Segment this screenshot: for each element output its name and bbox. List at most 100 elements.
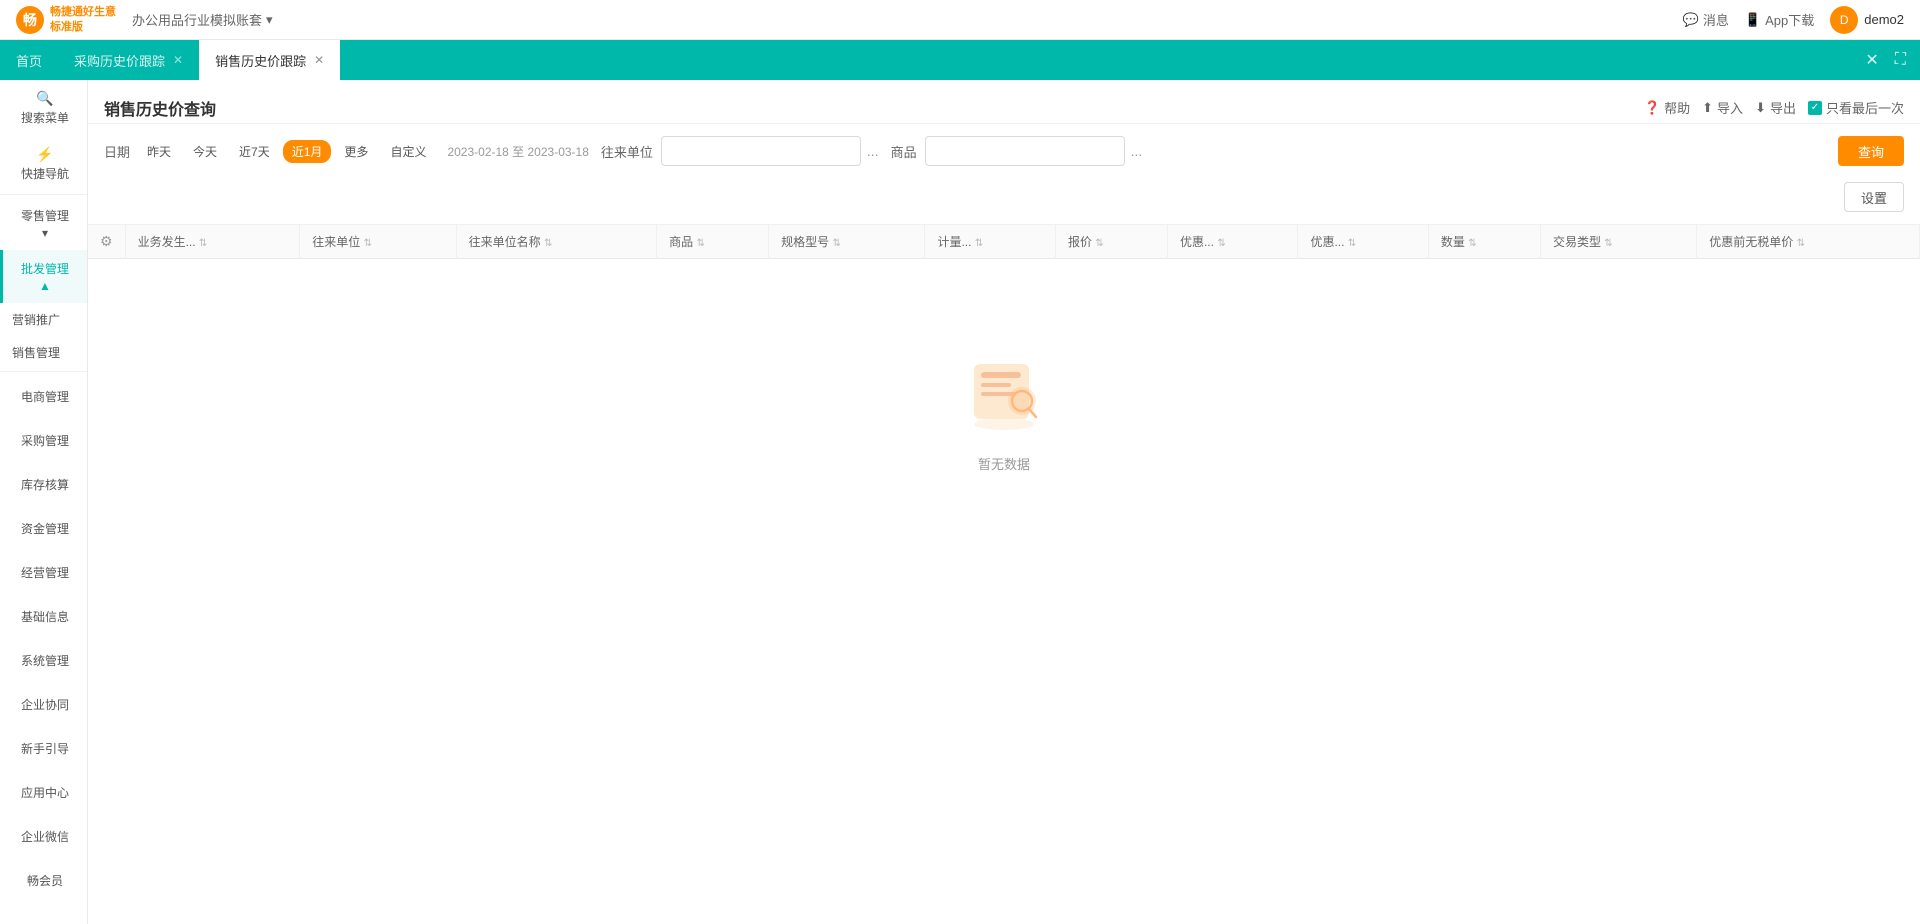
app-selector[interactable]: 办公用品行业模拟账套 ▾ [124, 6, 281, 33]
th-product[interactable]: 商品 ⇅ [657, 225, 769, 259]
import-icon: ⬆ [1702, 100, 1713, 116]
date-pill-1month[interactable]: 近1月 [283, 140, 332, 163]
page-title: 销售历史价查询 [104, 96, 216, 120]
th-quote[interactable]: 报价 ⇅ [1055, 225, 1167, 259]
tab-bar-actions: ✕ ⛶ [1859, 46, 1920, 74]
date-pill-7days[interactable]: 近7天 [230, 140, 279, 163]
sort-unit-icon: ⇅ [975, 238, 983, 249]
date-pill-yesterday[interactable]: 昨天 [138, 140, 180, 163]
date-pills: 昨天 今天 近7天 近1月 更多 自定义 [138, 140, 435, 163]
filter-right-actions: 查询 [1838, 136, 1904, 166]
date-pill-custom[interactable]: 自定义 [381, 140, 435, 163]
logo-icon: 畅 [16, 6, 44, 34]
partner-input-group: ... [661, 136, 879, 166]
last-only-checkbox-label[interactable]: ✓ 只看最后一次 [1808, 98, 1904, 117]
tab-home[interactable]: 首页 [0, 40, 58, 80]
export-icon: ⬇ [1755, 100, 1766, 116]
user-area[interactable]: D demo2 [1830, 6, 1904, 34]
product-label: 商品 [891, 142, 917, 161]
sidebar-item-purchase-mgmt[interactable]: 采购管理 [0, 418, 87, 462]
query-button[interactable]: 查询 [1838, 136, 1904, 166]
sort-discount1-icon: ⇅ [1217, 238, 1225, 249]
partner-dots-button[interactable]: ... [867, 143, 879, 159]
sort-spec-icon: ⇅ [833, 238, 841, 249]
help-button[interactable]: ❓ 帮助 [1644, 98, 1690, 117]
th-settings[interactable]: ⚙ [88, 225, 125, 259]
partner-filter-group: 往来单位 ... [601, 136, 879, 166]
checkbox-checked-icon: ✓ [1808, 101, 1822, 115]
th-partner-code[interactable]: 往来单位 ⇅ [300, 225, 456, 259]
sidebar-item-app-center[interactable]: 应用中心 [0, 770, 87, 814]
date-pill-today[interactable]: 今天 [184, 140, 226, 163]
sidebar-item-finance[interactable]: 资金管理 [0, 506, 87, 550]
sidebar-item-inventory[interactable]: 库存核算 [0, 462, 87, 506]
close-purchase-tab-icon[interactable]: ✕ [173, 53, 183, 67]
sidebar-item-wechat[interactable]: 企业微信 [0, 814, 87, 858]
th-spec[interactable]: 规格型号 ⇅ [769, 225, 925, 259]
tab-sales-history[interactable]: 销售历史价跟踪 ✕ [199, 40, 340, 80]
sidebar-item-retail-mgmt[interactable]: 零售管理 ▾ [0, 197, 87, 250]
th-trade-type[interactable]: 交易类型 ⇅ [1540, 225, 1696, 259]
content-area: 销售历史价查询 ❓ 帮助 ⬆ 导入 ⬇ 导出 ✓ 只看最后一次 [88, 80, 1920, 924]
th-biz-date[interactable]: 业务发生... ⇅ [125, 225, 300, 259]
data-table: ⚙ 业务发生... ⇅ 往来单位 ⇅ 往来单位名称 ⇅ [88, 225, 1920, 259]
product-dots-button[interactable]: ... [1131, 143, 1143, 159]
partner-label: 往来单位 [601, 142, 653, 161]
sidebar-item-quick-nav[interactable]: ⚡ 快捷导航 [0, 136, 87, 192]
chevron-down-icon: ▾ [266, 12, 273, 28]
sidebar-item-basic-info[interactable]: 基础信息 [0, 594, 87, 638]
sort-discount2-icon: ⇅ [1348, 238, 1356, 249]
help-icon: ❓ [1644, 100, 1660, 116]
th-unit[interactable]: 计量... ⇅ [925, 225, 1055, 259]
sidebar-item-system[interactable]: 系统管理 [0, 638, 87, 682]
maximize-window-button[interactable]: ⛶ [1889, 47, 1912, 73]
main-layout: 🔍 搜索菜单 ⚡ 快捷导航 零售管理 ▾ 批发管理 ▲ 营销推广 销售管理 电商… [0, 80, 1920, 924]
product-input[interactable] [925, 136, 1125, 166]
message-icon: 💬 [1683, 12, 1699, 28]
sidebar-item-guide[interactable]: 新手引导 [0, 726, 87, 770]
search-icon: 🔍 [36, 90, 53, 107]
download-action[interactable]: 📱 App下载 [1745, 10, 1814, 29]
message-action[interactable]: 💬 消息 [1683, 10, 1729, 29]
logo-text: 畅捷通好生意 标准版 [50, 5, 116, 34]
close-sales-tab-icon[interactable]: ✕ [314, 53, 324, 67]
th-discount2[interactable]: 优惠... ⇅ [1298, 225, 1428, 259]
logo-area: 畅 畅捷通好生意 标准版 [16, 5, 116, 34]
sidebar-divider-2 [0, 371, 87, 372]
lightning-icon: ⚡ [36, 146, 53, 163]
sidebar-sub-sales-mgmt[interactable]: 销售管理 [0, 336, 87, 369]
tab-purchase-history[interactable]: 采购历史价跟踪 ✕ [58, 40, 199, 80]
th-discount1[interactable]: 优惠... ⇅ [1167, 225, 1297, 259]
sort-trade-type-icon: ⇅ [1604, 238, 1612, 249]
download-icon: 📱 [1745, 12, 1761, 28]
sidebar-item-enterprise[interactable]: 企业协同 [0, 682, 87, 726]
import-button[interactable]: ⬆ 导入 [1702, 98, 1743, 117]
table-header-row: ⚙ 业务发生... ⇅ 往来单位 ⇅ 往来单位名称 ⇅ [88, 225, 1920, 259]
partner-input[interactable] [661, 136, 861, 166]
sidebar-item-ecommerce[interactable]: 电商管理 [0, 374, 87, 418]
date-pill-more[interactable]: 更多 [335, 140, 377, 163]
tab-bar: 首页 采购历史价跟踪 ✕ 销售历史价跟踪 ✕ ✕ ⛶ [0, 40, 1920, 80]
th-pre-tax-price[interactable]: 优惠前无税单价 ⇅ [1697, 225, 1920, 259]
settings-gear-icon[interactable]: ⚙ [100, 233, 113, 249]
table-head: ⚙ 业务发生... ⇅ 往来单位 ⇅ 往来单位名称 ⇅ [88, 225, 1920, 259]
sidebar-item-search-menu[interactable]: 🔍 搜索菜单 [0, 80, 87, 136]
date-label: 日期 [104, 142, 130, 161]
th-qty[interactable]: 数量 ⇅ [1428, 225, 1540, 259]
sidebar-divider-1 [0, 194, 87, 195]
settings-button[interactable]: 设置 [1844, 182, 1904, 212]
top-bar-right: 💬 消息 📱 App下载 D demo2 [1683, 6, 1904, 34]
th-partner-name[interactable]: 往来单位名称 ⇅ [456, 225, 657, 259]
empty-text: 暂无数据 [978, 454, 1030, 473]
product-filter-group: 商品 ... [891, 136, 1143, 166]
sidebar-item-wholesale-mgmt[interactable]: 批发管理 ▲ [0, 250, 87, 303]
sidebar-item-operation[interactable]: 经营管理 [0, 550, 87, 594]
empty-illustration [954, 339, 1054, 442]
export-button[interactable]: ⬇ 导出 [1755, 98, 1796, 117]
page-header: 销售历史价查询 ❓ 帮助 ⬆ 导入 ⬇ 导出 ✓ 只看最后一次 [88, 80, 1920, 124]
sidebar-sub-marketing[interactable]: 营销推广 [0, 303, 87, 336]
sidebar-item-member[interactable]: 畅会员 [0, 858, 87, 902]
date-filter-group: 日期 昨天 今天 近7天 近1月 更多 自定义 2023-02-18 至 202… [104, 140, 589, 163]
product-input-group: ... [925, 136, 1143, 166]
close-window-button[interactable]: ✕ [1859, 46, 1884, 74]
